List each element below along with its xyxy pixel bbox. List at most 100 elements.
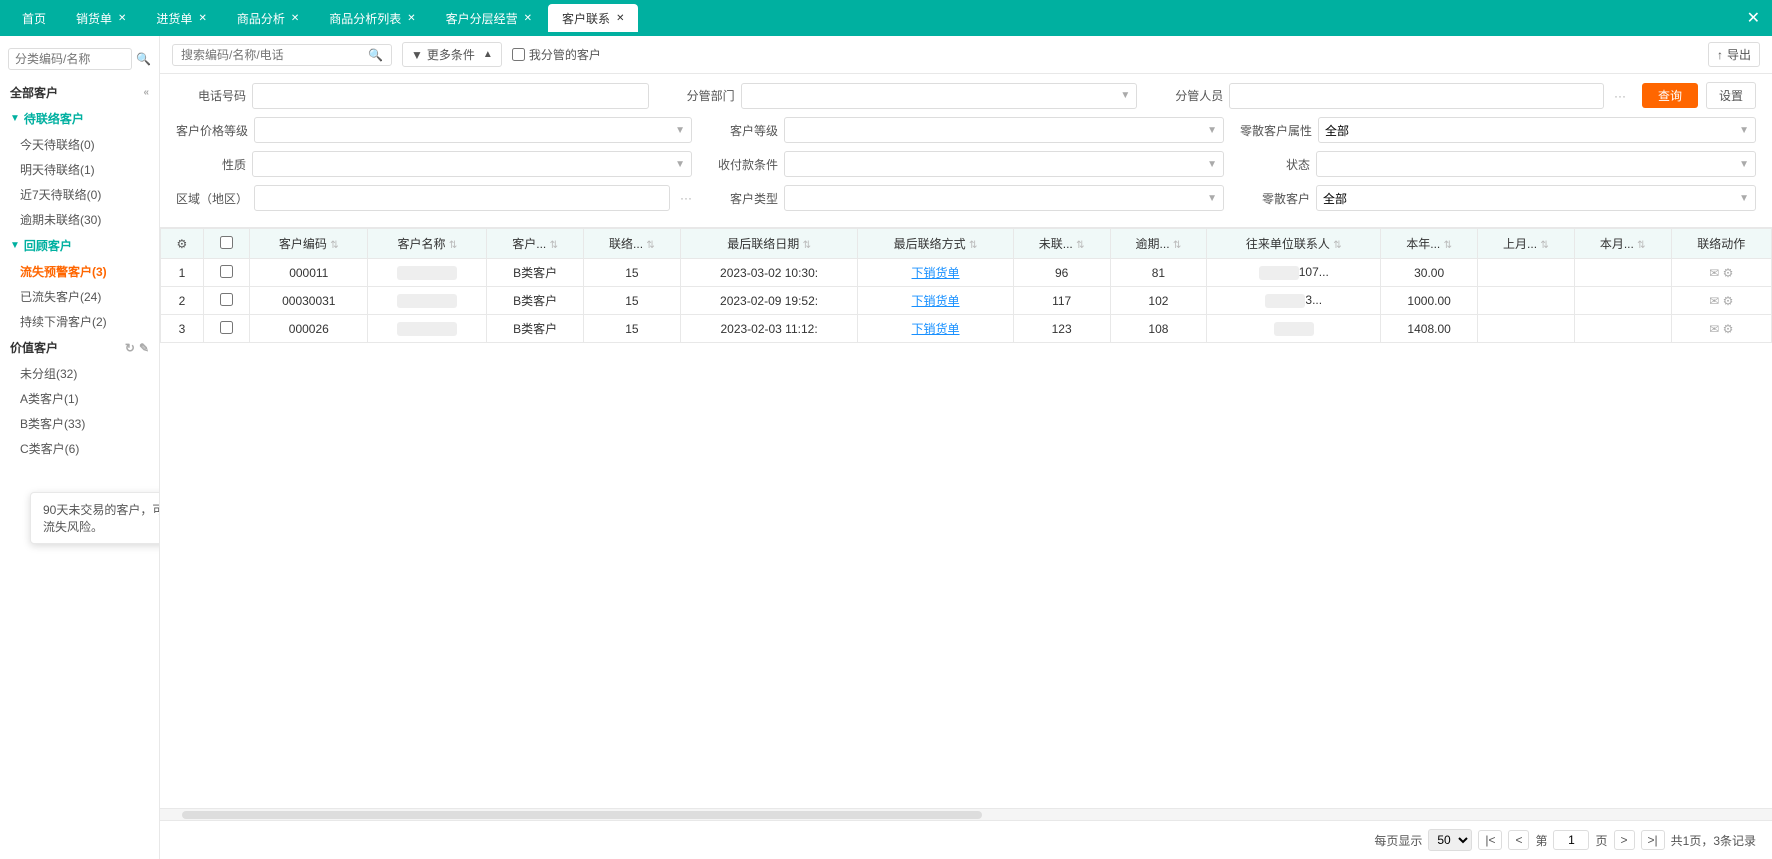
zero-customer-select[interactable]: 全部▼ — [1316, 185, 1756, 211]
sidebar-item-churned[interactable]: 已流失客户(24) — [0, 284, 159, 309]
last-page-btn[interactable]: >| — [1641, 830, 1665, 850]
col-checkbox[interactable] — [203, 229, 249, 259]
tab-customer-tier-close[interactable]: ✕ — [524, 13, 532, 24]
sidebar-item-today[interactable]: 今天待联络(0) — [0, 132, 159, 157]
sidebar-item-churn-warning[interactable]: 流失预警客户(3) — [0, 259, 159, 284]
row2-actions[interactable]: ✉ ⚙ — [1671, 287, 1771, 315]
col-last-method[interactable]: 最后联络方式 — [858, 229, 1013, 259]
row3-this-month — [1574, 315, 1671, 343]
sidebar-item-overdue[interactable]: 逾期未联络(30) — [0, 207, 159, 232]
settings-button[interactable]: 设置 — [1706, 82, 1756, 109]
col-overdue[interactable]: 逾期... — [1110, 229, 1207, 259]
payment-select[interactable]: ▼ — [784, 151, 1224, 177]
status-label: 状态 — [1240, 156, 1310, 173]
col-name[interactable]: 客户名称 — [368, 229, 487, 259]
tab-product-analysis-list[interactable]: 商品分析列表 ✕ — [315, 4, 429, 32]
per-page-select[interactable]: 50 — [1428, 829, 1472, 851]
row3-unlinked: 123 — [1013, 315, 1110, 343]
row2-index: 2 — [161, 287, 204, 315]
price-level-select[interactable]: ▼ — [254, 117, 692, 143]
sidebar-search-input[interactable] — [8, 48, 132, 70]
person-dots[interactable]: ··· — [1614, 89, 1626, 103]
row2-checkbox[interactable] — [203, 287, 249, 315]
sidebar-item-class-b[interactable]: B类客户(33) — [0, 411, 159, 436]
tab-customer-tier[interactable]: 客户分层经营 ✕ — [432, 4, 546, 32]
table-row: 1 000011 B类客户 15 2023-03-02 10:30: 下销货单 … — [161, 259, 1772, 287]
search-box[interactable]: 🔍 — [172, 44, 392, 66]
row2-method[interactable]: 下销货单 — [858, 287, 1013, 315]
sidebar-item-7days[interactable]: 近7天待联络(0) — [0, 182, 159, 207]
row1-method[interactable]: 下销货单 — [858, 259, 1013, 287]
row3-this-year: 1408.00 — [1381, 315, 1478, 343]
row3-actions[interactable]: ✉ ⚙ — [1671, 315, 1771, 343]
gender-select[interactable]: ▼ — [252, 151, 692, 177]
tab-home[interactable]: 首页 — [8, 4, 60, 32]
horizontal-scrollbar[interactable] — [160, 808, 1772, 820]
search-icon[interactable]: 🔍 — [368, 48, 383, 62]
col-this-month[interactable]: 本月... — [1574, 229, 1671, 259]
row3-checkbox[interactable] — [203, 315, 249, 343]
sidebar-all-customers[interactable]: 全部客户 « — [0, 80, 159, 105]
row3-method[interactable]: 下销货单 — [858, 315, 1013, 343]
refresh-icon[interactable]: ↻ — [125, 341, 135, 355]
field-person: 分管人员 ··· — [1153, 83, 1626, 109]
col-last-date[interactable]: 最后联络日期 — [680, 229, 858, 259]
review-arrow: ▼ — [10, 240, 20, 251]
status-select[interactable]: ▼ — [1316, 151, 1756, 177]
scrollbar-thumb[interactable] — [182, 811, 982, 819]
row1-contact-person: 107... — [1207, 259, 1381, 287]
sidebar-item-tomorrow[interactable]: 明天待联络(1) — [0, 157, 159, 182]
filter-bar: 🔍 ▼ 更多条件 ▲ 我分管的客户 ↑ 导出 — [160, 36, 1772, 74]
row1-checkbox[interactable] — [203, 259, 249, 287]
next-page-btn[interactable]: > — [1614, 830, 1635, 850]
dept-select[interactable]: ▼ — [741, 83, 1138, 109]
person-input[interactable] — [1229, 83, 1604, 109]
region-dots[interactable]: ··· — [680, 191, 692, 205]
tab-product-analysis-list-close[interactable]: ✕ — [407, 13, 415, 24]
my-customers-checkbox[interactable] — [512, 48, 525, 61]
close-all-tabs[interactable]: ✕ — [1743, 4, 1764, 32]
main-search-input[interactable] — [181, 48, 368, 62]
row1-actions[interactable]: ✉ ⚙ — [1671, 259, 1771, 287]
my-customers-checkbox-area[interactable]: 我分管的客户 — [512, 46, 601, 63]
sidebar-item-class-a[interactable]: A类客户(1) — [0, 386, 159, 411]
person-label: 分管人员 — [1153, 87, 1223, 104]
sidebar-group-value[interactable]: 价值客户 ↻ ✎ — [0, 334, 159, 361]
region-input[interactable] — [254, 185, 670, 211]
customer-level-select[interactable]: ▼ — [784, 117, 1224, 143]
tab-purchase[interactable]: 进货单 ✕ — [142, 4, 220, 32]
sidebar-group-review[interactable]: ▼ 回顾客户 — [0, 232, 159, 259]
zero-attr-select[interactable]: 全部▼ — [1318, 117, 1756, 143]
col-last-month[interactable]: 上月... — [1478, 229, 1575, 259]
export-button[interactable]: ↑ 导出 — [1708, 42, 1760, 67]
tab-product-analysis[interactable]: 商品分析 ✕ — [223, 4, 313, 32]
page-input[interactable] — [1553, 830, 1589, 850]
per-page-label: 每页显示 — [1374, 832, 1422, 849]
tab-sales-close[interactable]: ✕ — [118, 13, 126, 24]
edit-icon[interactable]: ✎ — [139, 341, 149, 355]
sidebar-item-declining[interactable]: 持续下滑客户(2) — [0, 309, 159, 334]
sidebar-item-class-c[interactable]: C类客户(6) — [0, 436, 159, 461]
first-page-btn[interactable]: |< — [1478, 830, 1502, 850]
query-button[interactable]: 查询 — [1642, 83, 1698, 108]
col-unlinked[interactable]: 未联... — [1013, 229, 1110, 259]
prev-page-btn[interactable]: < — [1508, 830, 1529, 850]
tab-sales[interactable]: 销货单 ✕ — [62, 4, 140, 32]
col-type[interactable]: 客户... — [487, 229, 584, 259]
tab-purchase-close[interactable]: ✕ — [198, 13, 206, 24]
sidebar-search-icon[interactable]: 🔍 — [136, 52, 151, 66]
sidebar-item-ungrouped[interactable]: 未分组(32) — [0, 361, 159, 386]
col-this-year[interactable]: 本年... — [1381, 229, 1478, 259]
phone-input[interactable] — [252, 83, 649, 109]
tab-customer-contact[interactable]: 客户联系 ✕ — [548, 4, 638, 32]
more-conditions-btn[interactable]: ▼ 更多条件 ▲ — [402, 42, 502, 67]
col-settings[interactable]: ⚙ — [161, 229, 204, 259]
tab-product-analysis-close[interactable]: ✕ — [291, 13, 299, 24]
col-contact-num[interactable]: 联络... — [584, 229, 681, 259]
select-all-checkbox[interactable] — [220, 236, 233, 249]
sidebar-group-pending[interactable]: ▼ 待联络客户 — [0, 105, 159, 132]
tab-customer-contact-close[interactable]: ✕ — [616, 13, 624, 24]
col-contact-person[interactable]: 往来单位联系人 — [1207, 229, 1381, 259]
customer-type-select[interactable]: ▼ — [784, 185, 1224, 211]
col-code[interactable]: 客户编码 — [250, 229, 368, 259]
